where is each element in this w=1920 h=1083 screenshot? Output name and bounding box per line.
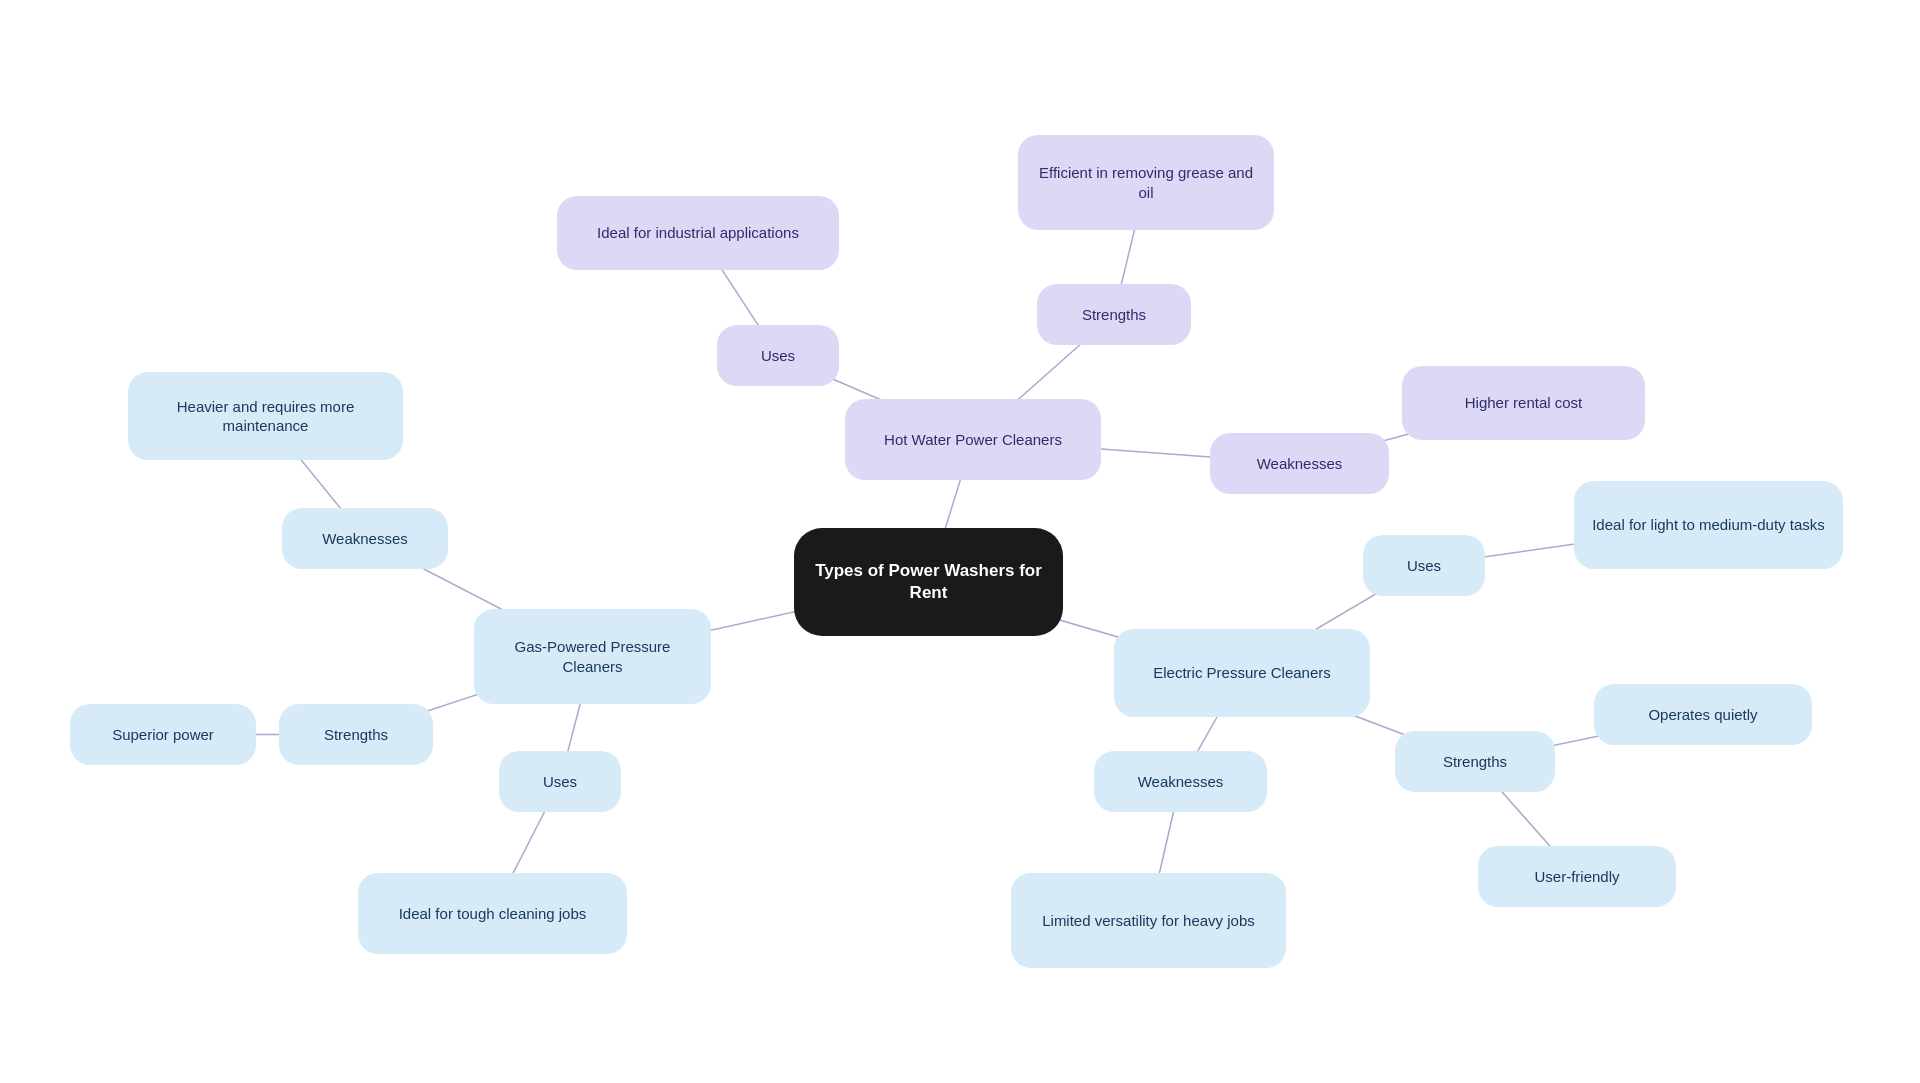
node-hot_weaknesses_1[interactable]: Higher rental cost (1402, 366, 1645, 440)
node-gas[interactable]: Gas-Powered Pressure Cleaners (474, 609, 711, 704)
node-hot_uses[interactable]: Uses (717, 325, 839, 386)
node-hot_strengths_1[interactable]: Efficient in removing grease and oil (1018, 135, 1274, 230)
node-gas_weaknesses_1[interactable]: Heavier and requires more maintenance (128, 372, 403, 460)
node-electric_strengths_1[interactable]: Operates quietly (1594, 684, 1812, 745)
node-hot_strengths[interactable]: Strengths (1037, 284, 1191, 345)
node-electric_weaknesses_1[interactable]: Limited versatility for heavy jobs (1011, 873, 1286, 968)
node-gas_uses_1[interactable]: Ideal for tough cleaning jobs (358, 873, 627, 954)
node-gas_uses[interactable]: Uses (499, 751, 621, 812)
node-electric_strengths_2[interactable]: User-friendly (1478, 846, 1676, 907)
node-hot_weaknesses[interactable]: Weaknesses (1210, 433, 1389, 494)
node-electric_strengths[interactable]: Strengths (1395, 731, 1555, 792)
node-electric_uses_1[interactable]: Ideal for light to medium-duty tasks (1574, 481, 1843, 569)
node-electric_uses[interactable]: Uses (1363, 535, 1485, 596)
mind-map: Types of Power Washers for Rent Hot Water… (0, 0, 1920, 1083)
node-hot_water[interactable]: Hot Water Power Cleaners (845, 399, 1101, 480)
node-hot_uses_1[interactable]: Ideal for industrial applications (557, 196, 839, 270)
node-center[interactable]: Types of Power Washers for Rent (794, 528, 1063, 636)
node-gas_strengths_1[interactable]: Superior power (70, 704, 256, 765)
node-gas_weaknesses[interactable]: Weaknesses (282, 508, 448, 569)
node-electric[interactable]: Electric Pressure Cleaners (1114, 629, 1370, 717)
node-electric_weaknesses[interactable]: Weaknesses (1094, 751, 1267, 812)
node-gas_strengths[interactable]: Strengths (279, 704, 433, 765)
